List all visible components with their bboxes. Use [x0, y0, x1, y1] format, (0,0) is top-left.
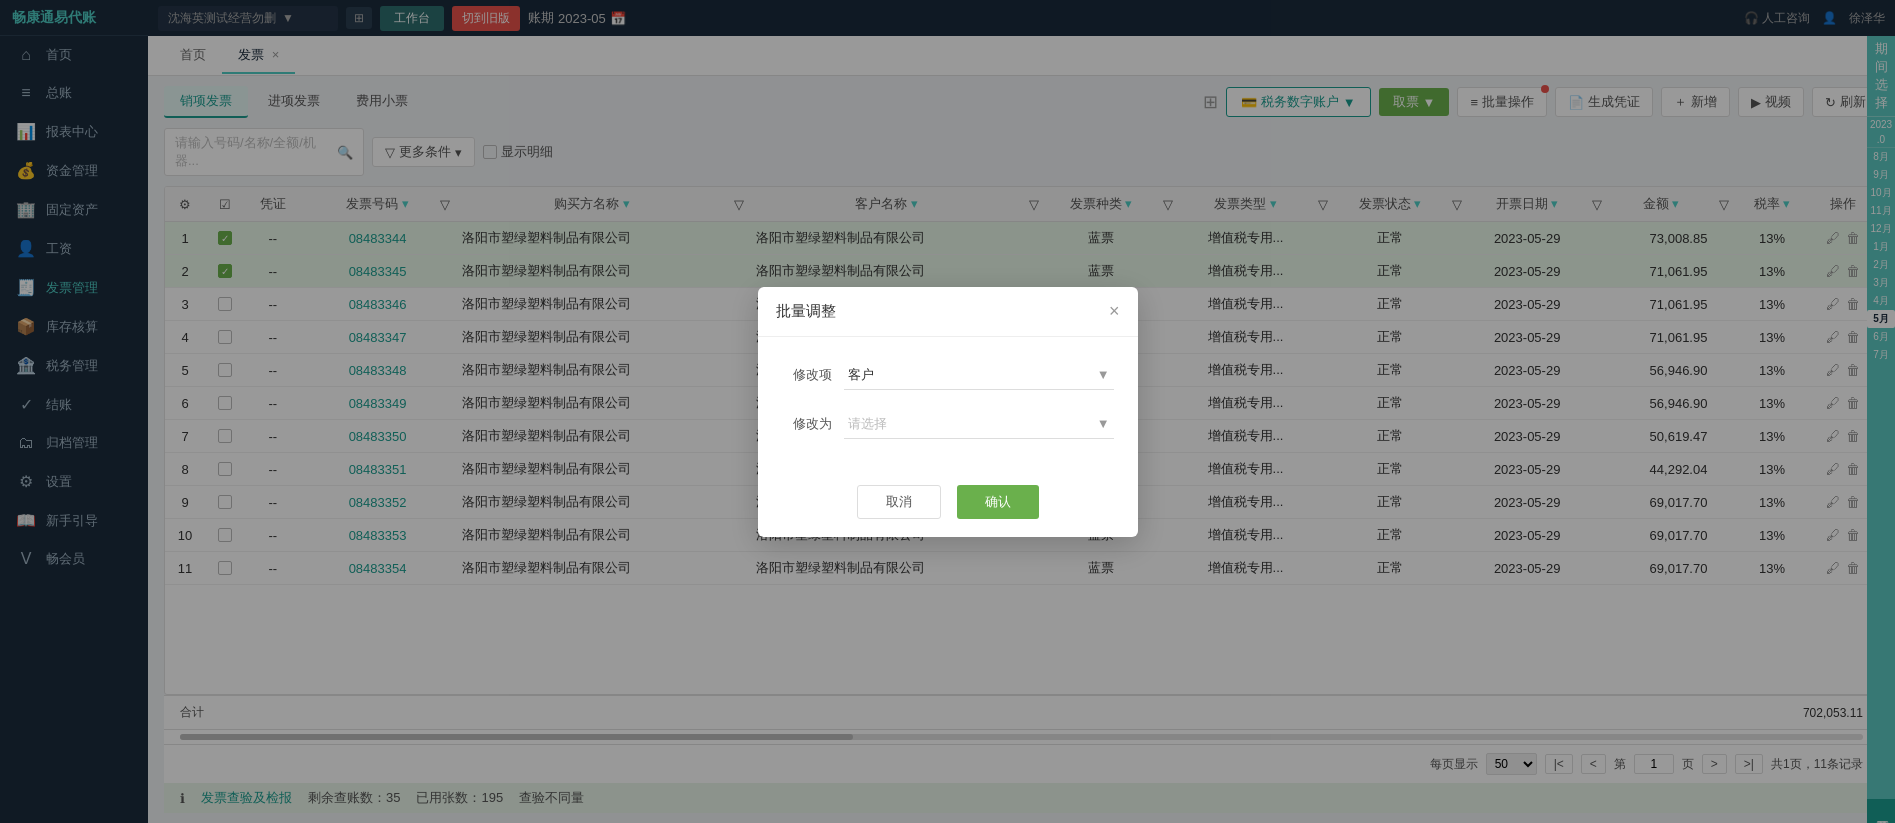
modal-overlay[interactable]: 批量调整 × 修改项 客户 ▼ 修改为 请选择 ▼ 取消 确认 — [0, 0, 1895, 823]
modal-field-label: 修改项 — [782, 366, 832, 384]
modal-confirm-btn[interactable]: 确认 — [957, 485, 1039, 519]
modal-field-select[interactable]: 客户 ▼ — [844, 361, 1114, 390]
modal-header: 批量调整 × — [758, 287, 1138, 337]
modal-footer: 取消 确认 — [758, 475, 1138, 537]
modal-field-value: 客户 — [848, 366, 874, 384]
modal-cancel-btn[interactable]: 取消 — [857, 485, 941, 519]
modal-close-btn[interactable]: × — [1109, 301, 1120, 322]
modal-body: 修改项 客户 ▼ 修改为 请选择 ▼ — [758, 337, 1138, 475]
modal-value-row: 修改为 请选择 ▼ — [782, 410, 1114, 439]
chevron-down-value-icon: ▼ — [1097, 416, 1110, 431]
modal-title: 批量调整 — [776, 302, 836, 321]
modal-value-label: 修改为 — [782, 415, 832, 433]
modal-value-placeholder: 请选择 — [848, 415, 887, 433]
batch-adjust-modal: 批量调整 × 修改项 客户 ▼ 修改为 请选择 ▼ 取消 确认 — [758, 287, 1138, 537]
modal-field-row: 修改项 客户 ▼ — [782, 361, 1114, 390]
chevron-down-field-icon: ▼ — [1097, 367, 1110, 382]
modal-value-select[interactable]: 请选择 ▼ — [844, 410, 1114, 439]
